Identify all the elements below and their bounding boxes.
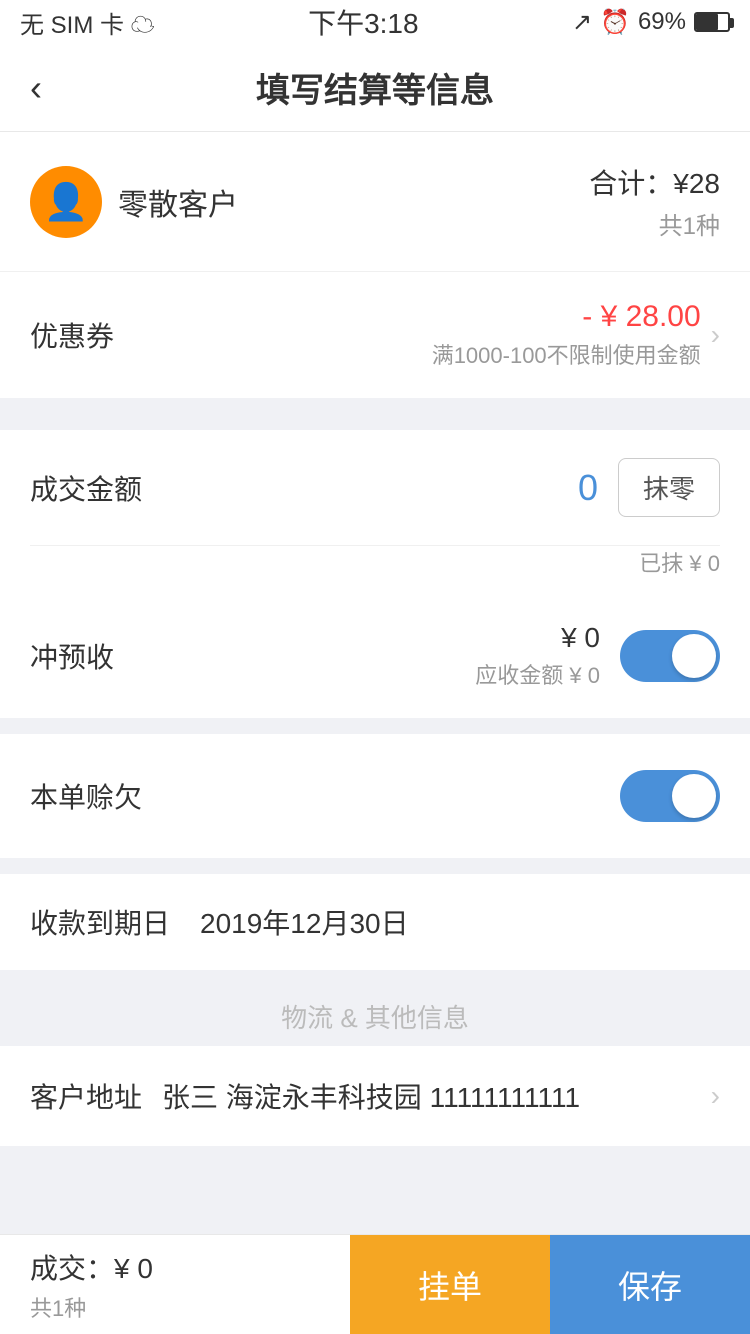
deal-amount-input[interactable] — [518, 467, 598, 509]
bottom-count: 共1种 — [30, 1291, 320, 1323]
status-time: 下午3:18 — [308, 2, 419, 42]
prepay-amount: ¥ 0 — [475, 622, 600, 654]
deal-sub-text: 已抹 ¥ 0 — [30, 546, 720, 594]
deal-amount-label: 成交金额 — [30, 468, 142, 508]
logistics-label: 物流 & 其他信息 — [281, 998, 469, 1035]
bottom-deal-label: 成交： — [30, 1253, 114, 1284]
coupon-amount: - ¥ 28.00 — [432, 300, 701, 334]
prepayment-toggle[interactable] — [620, 630, 720, 682]
address-label: 客户地址 — [30, 1076, 142, 1116]
battery-icon — [694, 12, 730, 32]
section-divider-1 — [0, 414, 750, 430]
debit-row: 本单赊欠 — [30, 734, 720, 858]
due-date-value: 2019年12月30日 — [200, 902, 409, 942]
toggle-knob — [672, 634, 716, 678]
customer-avatar: 👤 — [30, 166, 102, 238]
save-button-label: 保存 — [618, 1262, 682, 1308]
prepayment-row: 冲预收 ¥ 0 应收金额 ¥ 0 — [30, 594, 720, 718]
alarm-icon: ⏰ — [600, 8, 630, 37]
status-left: 无 SIM 卡 ☁ — [20, 5, 155, 40]
customer-section: 👤 零散客户 合计：¥28 共1种 优惠券 - ¥ 28.00 满1000-10… — [0, 132, 750, 398]
deal-amount-section: 成交金额 抹零 已抹 ¥ 0 冲预收 ¥ 0 应收金额 ¥ 0 — [0, 430, 750, 718]
bottom-bar: 成交：¥ 0 共1种 挂单 保存 — [0, 1234, 750, 1334]
logistics-section-header: 物流 & 其他信息 — [0, 986, 750, 1046]
bottom-deal-text: 成交：¥ 0 — [30, 1247, 320, 1287]
address-chevron-icon: › — [711, 1080, 720, 1112]
bottom-info: 成交：¥ 0 共1种 — [0, 1247, 350, 1323]
page-title: 填写结算等信息 — [256, 63, 494, 112]
customer-total: 合计：¥28 — [589, 162, 720, 202]
bottom-deal-value: ¥ 0 — [114, 1253, 153, 1284]
deal-amount-row: 成交金额 抹零 — [30, 430, 720, 546]
status-bar: 无 SIM 卡 ☁ 下午3:18 ↗ ⏰ 69% — [0, 0, 750, 44]
main-content: 👤 零散客户 合计：¥28 共1种 优惠券 - ¥ 28.00 满1000-10… — [0, 132, 750, 1262]
coupon-row[interactable]: 优惠券 - ¥ 28.00 满1000-100不限制使用金额 › — [0, 271, 750, 398]
address-row[interactable]: 客户地址 张三 海淀永丰科技园 11111111111 › — [30, 1046, 720, 1146]
chevron-right-icon: › — [711, 319, 720, 351]
avatar-icon: 👤 — [44, 181, 89, 223]
status-right: ↗ ⏰ 69% — [572, 8, 730, 37]
debit-section: 本单赊欠 — [0, 734, 750, 858]
address-section: 客户地址 张三 海淀永丰科技园 11111111111 › — [0, 1046, 750, 1146]
battery-text: 69% — [638, 8, 686, 36]
customer-name: 零散客户 — [118, 180, 238, 224]
prepay-right: ¥ 0 应收金额 ¥ 0 — [475, 622, 720, 690]
nav-bar: ‹ 填写结算等信息 — [0, 44, 750, 132]
prepay-info: ¥ 0 应收金额 ¥ 0 — [475, 622, 600, 690]
coupon-right: - ¥ 28.00 满1000-100不限制使用金额 › — [432, 300, 720, 370]
due-date-label: 收款到期日 — [30, 902, 170, 942]
no-sim-text: 无 SIM 卡 ☁ — [20, 5, 155, 40]
customer-row: 👤 零散客户 合计：¥28 共1种 — [0, 132, 750, 271]
round-zero-button[interactable]: 抹零 — [618, 458, 720, 517]
hold-button[interactable]: 挂单 — [350, 1235, 550, 1334]
address-value: 张三 海淀永丰科技园 11111111111 — [162, 1076, 711, 1116]
coupon-label: 优惠券 — [30, 315, 114, 355]
coupon-desc: 满1000-100不限制使用金额 — [432, 338, 701, 370]
due-date-section: 收款到期日 2019年12月30日 — [0, 874, 750, 970]
customer-left: 👤 零散客户 — [30, 166, 238, 238]
prepayment-label: 冲预收 — [30, 636, 114, 676]
section-divider-2 — [0, 718, 750, 734]
hold-button-label: 挂单 — [418, 1262, 482, 1308]
customer-right: 合计：¥28 共1种 — [589, 162, 720, 241]
debit-toggle[interactable] — [620, 770, 720, 822]
location-icon: ↗ — [572, 8, 592, 37]
debit-label: 本单赊欠 — [30, 776, 142, 816]
deal-right: 抹零 — [518, 458, 720, 517]
coupon-info: - ¥ 28.00 满1000-100不限制使用金额 — [432, 300, 701, 370]
back-button[interactable]: ‹ — [30, 67, 42, 109]
debit-toggle-knob — [672, 774, 716, 818]
prepay-sub: 应收金额 ¥ 0 — [475, 658, 600, 690]
customer-count: 共1种 — [589, 206, 720, 241]
due-date-row[interactable]: 收款到期日 2019年12月30日 — [30, 874, 720, 970]
save-button[interactable]: 保存 — [550, 1235, 750, 1334]
